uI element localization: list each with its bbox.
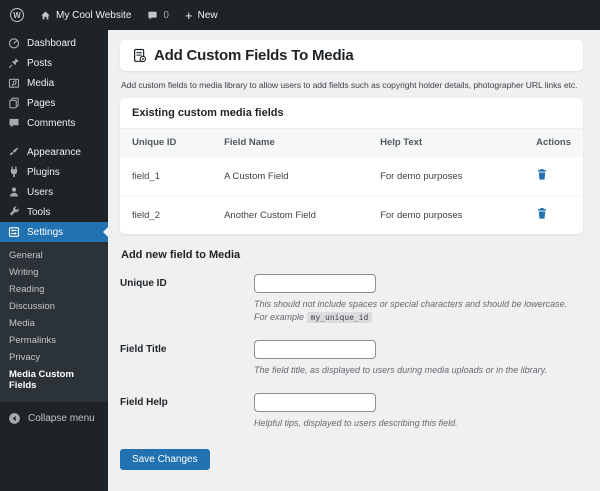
delete-field-button[interactable] — [536, 207, 548, 220]
unique-id-help: This should not include spaces or specia… — [254, 298, 567, 324]
table-header-row: Unique ID Field Name Help Text Actions — [120, 129, 583, 157]
cell-unique-id: field_2 — [120, 195, 213, 234]
submenu-item-general[interactable]: General — [0, 247, 108, 264]
field-title-row: Field Title The field title, as displaye… — [120, 340, 583, 377]
field-help-help: Helpful tips, displayed to users describ… — [254, 418, 458, 429]
admin-menu: Dashboard Posts Media Pages Comments App… — [0, 30, 108, 431]
sidebar-item-label: Plugins — [27, 166, 60, 178]
column-header-actions: Actions — [536, 137, 571, 148]
sidebar-item-plugins[interactable]: Plugins — [0, 162, 108, 182]
field-title-help: The field title, as displayed to users d… — [254, 365, 547, 376]
wordpress-menu[interactable]: W — [10, 8, 24, 22]
comments-shortcut[interactable]: 0 — [147, 10, 169, 21]
sidebar-item-label: Comments — [27, 117, 76, 129]
column-header-field-name: Field Name — [224, 137, 275, 148]
document-gear-icon — [134, 48, 147, 63]
column-header-help-text: Help Text — [380, 137, 423, 148]
submenu-item-discussion[interactable]: Discussion — [0, 298, 108, 315]
sidebar-item-posts[interactable]: Posts — [0, 53, 108, 73]
add-field-heading: Add new field to Media — [121, 249, 241, 261]
sidebar-item-comments[interactable]: Comments — [0, 113, 108, 133]
trash-icon — [538, 169, 547, 180]
unique-id-help-line1: This should not include spaces or specia… — [254, 299, 568, 309]
sidebar-item-dashboard[interactable]: Dashboard — [0, 33, 108, 53]
existing-fields-heading: Existing custom media fields — [120, 98, 583, 129]
existing-fields-card: Existing custom media fields Unique ID F… — [120, 98, 583, 234]
sidebar-item-label: Posts — [27, 57, 53, 69]
new-label: New — [197, 9, 218, 21]
page-description: Add custom fields to media library to al… — [121, 80, 578, 90]
field-title-label: Field Title — [120, 344, 167, 356]
sidebar-item-label: Appearance — [27, 146, 81, 158]
unique-id-input[interactable] — [254, 274, 376, 293]
wrench-icon — [9, 206, 19, 216]
delete-field-button[interactable] — [536, 168, 548, 181]
main-content: Add Custom Fields To Media Add custom fi… — [108, 30, 600, 491]
admin-sidebar: Dashboard Posts Media Pages Comments App… — [0, 30, 108, 491]
comment-bubble-icon — [148, 11, 158, 19]
pushpin-icon — [8, 58, 19, 69]
sidebar-item-label: Pages — [27, 97, 56, 109]
sidebar-item-label: Users — [27, 186, 54, 198]
dashboard-icon — [8, 38, 20, 49]
page-title-card: Add Custom Fields To Media — [120, 40, 583, 71]
unique-id-label: Unique ID — [120, 278, 167, 289]
sidebar-item-label: Settings — [27, 226, 64, 238]
comments-icon — [9, 118, 19, 128]
home-icon — [41, 11, 50, 19]
submenu-item-writing[interactable]: Writing — [0, 264, 108, 281]
field-help-input[interactable] — [254, 393, 376, 413]
collapse-menu-button[interactable]: Collapse menu — [0, 406, 108, 431]
submenu-item-media-custom-fields[interactable]: Media Custom Fields — [0, 366, 108, 394]
sidebar-item-label: Tools — [27, 206, 51, 218]
collapse-menu-label: Collapse menu — [28, 413, 95, 424]
sidebar-item-settings[interactable]: Settings — [0, 222, 108, 242]
existing-fields-table: Unique ID Field Name Help Text Actions f… — [120, 129, 583, 234]
media-icon — [8, 78, 20, 88]
submenu-item-reading[interactable]: Reading — [0, 281, 108, 298]
submenu-item-media[interactable]: Media — [0, 315, 108, 332]
pages-icon — [9, 97, 19, 109]
cell-field-name: A Custom Field — [212, 156, 369, 196]
user-icon — [9, 187, 19, 197]
brush-icon — [9, 147, 19, 156]
comment-count: 0 — [163, 9, 169, 21]
save-changes-button[interactable]: Save Changes — [120, 449, 210, 471]
settings-submenu: General Writing Reading Discussion Media… — [0, 242, 108, 402]
admin-bar: W My Cool Website 0 + New — [0, 0, 600, 30]
page-title: Add Custom Fields To Media — [154, 47, 354, 64]
sidebar-item-tools[interactable]: Tools — [0, 202, 108, 222]
cell-help-text: For demo purposes — [368, 156, 525, 196]
wordpress-logo-icon: W — [10, 8, 24, 22]
unique-id-help-example-prefix: For example — [254, 312, 305, 323]
unique-id-example-code: my_unique_id — [306, 312, 373, 324]
collapse-arrow-icon — [9, 413, 20, 424]
new-content-menu[interactable]: + New — [185, 9, 218, 22]
settings-icon — [8, 227, 20, 237]
field-help-row: Field Help Helpful tips, displayed to us… — [120, 393, 583, 430]
column-header-unique-id: Unique ID — [132, 137, 177, 148]
plus-icon: + — [184, 7, 193, 23]
sidebar-item-label: Media — [27, 77, 55, 89]
trash-icon — [538, 208, 547, 219]
field-help-label: Field Help — [120, 397, 168, 409]
sidebar-item-label: Dashboard — [27, 37, 76, 49]
sidebar-item-users[interactable]: Users — [0, 182, 108, 202]
sidebar-item-appearance[interactable]: Appearance — [0, 142, 108, 162]
site-name-link[interactable]: My Cool Website — [40, 10, 131, 21]
unique-id-row: Unique ID This should not include spaces… — [120, 274, 583, 324]
cell-field-name: Another Custom Field — [212, 195, 369, 234]
sidebar-item-pages[interactable]: Pages — [0, 93, 108, 113]
cell-help-text: For demo purposes — [368, 195, 525, 234]
plugin-icon — [10, 166, 18, 178]
table-row: field_1 A Custom Field For demo purposes — [120, 156, 583, 196]
add-field-form: Unique ID This should not include spaces… — [120, 274, 583, 471]
submenu-item-privacy[interactable]: Privacy — [0, 349, 108, 366]
sidebar-item-media[interactable]: Media — [0, 73, 108, 93]
cell-unique-id: field_1 — [120, 156, 213, 196]
table-row: field_2 Another Custom Field For demo pu… — [120, 195, 583, 234]
site-name: My Cool Website — [56, 9, 132, 21]
field-title-input[interactable] — [254, 340, 376, 360]
submenu-item-permalinks[interactable]: Permalinks — [0, 332, 108, 349]
